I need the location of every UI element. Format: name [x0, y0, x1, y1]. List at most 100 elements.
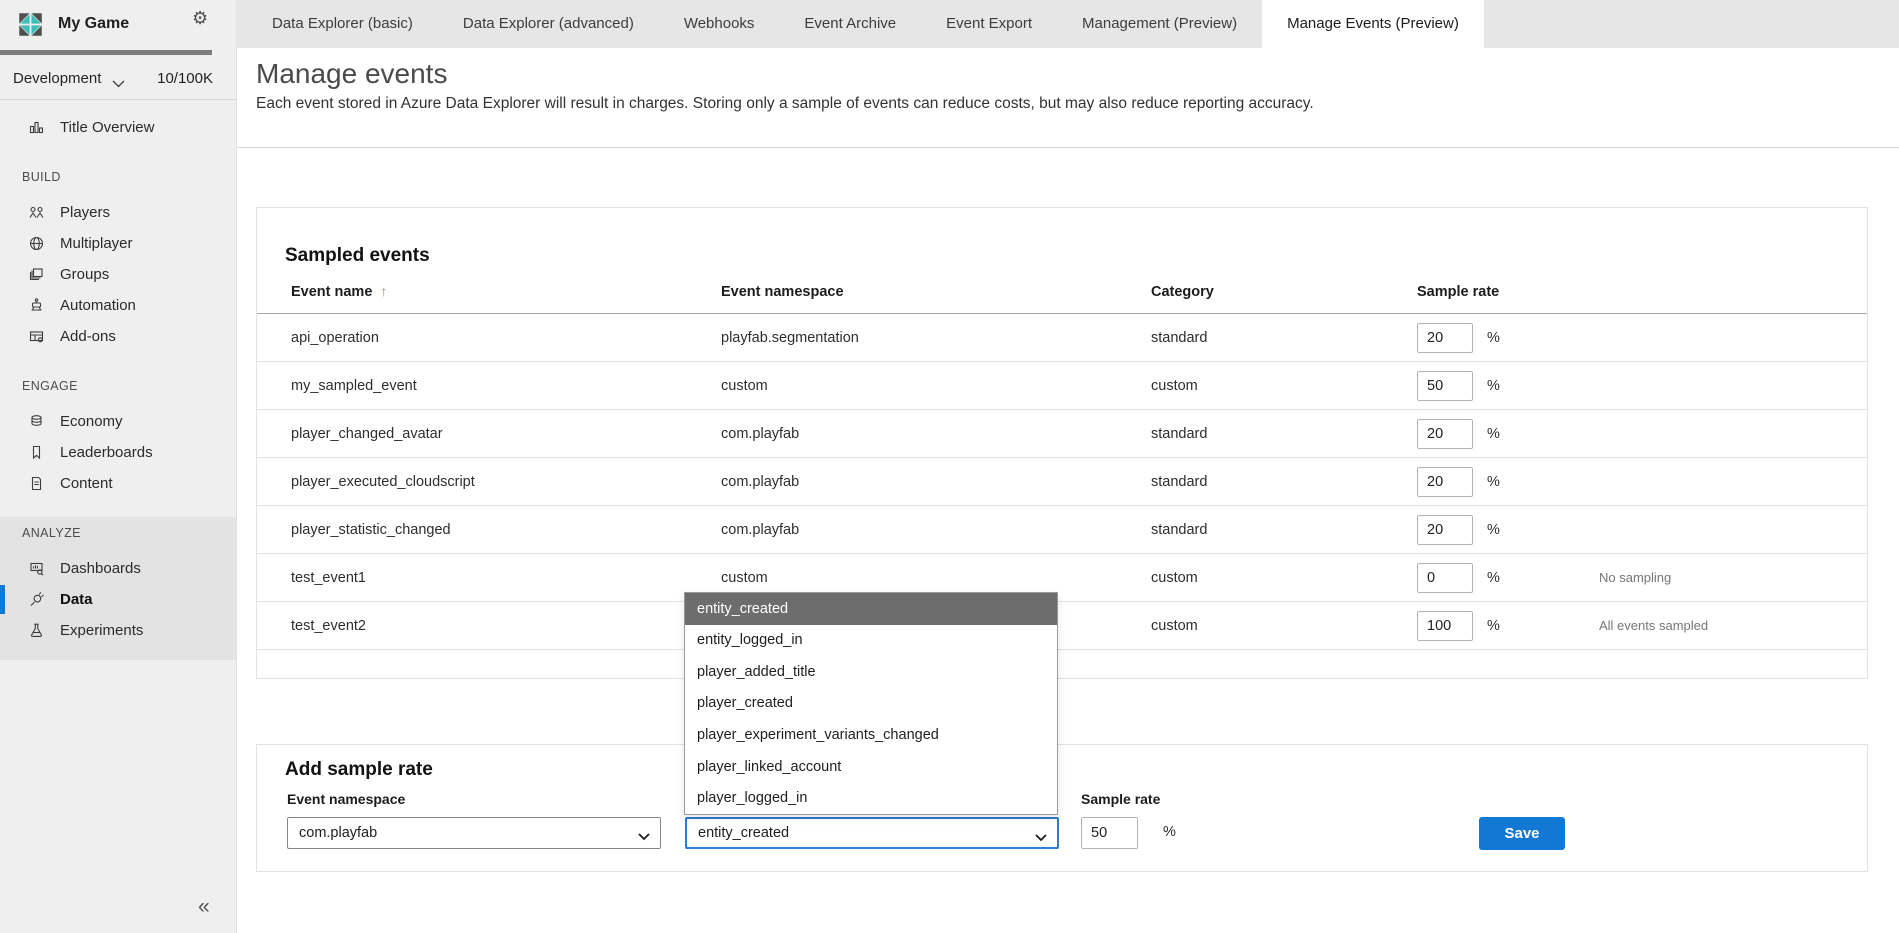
tab-management-preview-[interactable]: Management (Preview) — [1057, 0, 1262, 48]
environment-selector[interactable]: Development — [13, 70, 101, 87]
sidebar-item-label: Players — [60, 204, 110, 221]
dropdown-option[interactable]: player_logged_in — [685, 782, 1057, 814]
section-label: BUILD — [0, 163, 236, 191]
players-icon — [28, 204, 45, 221]
row-sample-rate-input[interactable] — [1417, 515, 1473, 545]
sample-rate-cell: %No sampling — [1417, 563, 1867, 593]
sample-rate-cell: %All events sampled — [1417, 611, 1867, 641]
app-title: My Game — [58, 15, 129, 33]
chevron-down-icon[interactable] — [112, 75, 125, 93]
globe-icon — [28, 235, 45, 252]
percent-sign: % — [1487, 522, 1500, 538]
tab-event-archive[interactable]: Event Archive — [779, 0, 921, 48]
column-header-category[interactable]: Category — [1151, 284, 1417, 300]
category-cell: custom — [1151, 618, 1417, 634]
quota-counter: 10/100K — [157, 70, 213, 87]
dropdown-option[interactable]: entity_created — [685, 593, 1057, 625]
groups-icon — [28, 266, 45, 283]
dropdown-option[interactable]: entity_logged_in — [685, 625, 1057, 657]
table-row: player_changed_avatarcom.playfabstandard… — [257, 410, 1867, 458]
bar-chart-icon — [28, 119, 45, 136]
sidebar-item-experiments[interactable]: Experiments — [0, 615, 236, 646]
flask-icon — [28, 622, 45, 639]
add-sample-rate-card: Add sample rate Event namespace Sample r… — [256, 744, 1868, 872]
namespace-select[interactable]: com.playfab — [287, 817, 661, 849]
namespace-select-value: com.playfab — [299, 825, 377, 841]
table-header-row: Event name↑ Event namespace Category Sam… — [257, 270, 1867, 314]
sidebar-item-label: Leaderboards — [60, 444, 153, 461]
dropdown-option[interactable]: player_linked_account — [685, 751, 1057, 783]
page-header: Manage events Each event stored in Azure… — [237, 48, 1899, 148]
category-cell: custom — [1151, 570, 1417, 586]
event-namespace-cell: com.playfab — [721, 426, 1151, 442]
app-logo-icon — [17, 11, 44, 38]
sidebar-item-players[interactable]: Players — [0, 197, 236, 228]
tab-data-explorer-advanced-[interactable]: Data Explorer (advanced) — [438, 0, 659, 48]
row-sample-rate-input[interactable] — [1417, 371, 1473, 401]
sampled-events-heading: Sampled events — [285, 245, 430, 267]
sample-rate-cell: % — [1417, 515, 1867, 545]
sidebar-item-automation[interactable]: Automation — [0, 290, 236, 321]
dashboard-icon — [28, 560, 45, 577]
category-cell: standard — [1151, 330, 1417, 346]
sidebar-item-label: Title Overview — [60, 119, 154, 136]
sidebar-item-label: Economy — [60, 413, 123, 430]
collapse-sidebar-icon[interactable]: « — [198, 895, 210, 919]
category-cell: standard — [1151, 474, 1417, 490]
sidebar-item-title-overview[interactable]: Title Overview — [0, 112, 236, 143]
save-button[interactable]: Save — [1479, 817, 1565, 850]
dropdown-option[interactable]: player_created — [685, 688, 1057, 720]
table-row: test_event1customcustom%No sampling — [257, 554, 1867, 602]
sampled-events-table: Event name↑ Event namespace Category Sam… — [257, 270, 1867, 650]
table-row: player_statistic_changedcom.playfabstand… — [257, 506, 1867, 554]
sidebar-item-label: Experiments — [60, 622, 143, 639]
sample-rate-input[interactable] — [1081, 817, 1138, 849]
sidebar-nav: Title Overview BUILD Players MultiplayerGro… — [0, 112, 236, 660]
sort-ascending-icon[interactable]: ↑ — [380, 283, 387, 299]
column-header-event-namespace[interactable]: Event namespace — [721, 284, 1151, 300]
event-name-select[interactable]: entity_created — [685, 817, 1059, 849]
row-sample-rate-input[interactable] — [1417, 323, 1473, 353]
sidebar-item-label: Add-ons — [60, 328, 116, 345]
row-sample-rate-input[interactable] — [1417, 611, 1473, 641]
dropdown-option[interactable]: player_added_title — [685, 656, 1057, 688]
row-sample-rate-input[interactable] — [1417, 419, 1473, 449]
dropdown-option[interactable]: player_experiment_variants_changed — [685, 719, 1057, 751]
column-header-event-name[interactable]: Event name↑ — [291, 283, 721, 300]
table-row: test_event2 custom%All events sampled — [257, 602, 1867, 650]
event-namespace-cell: custom — [721, 378, 1151, 394]
plug-icon — [28, 591, 45, 608]
tab-data-explorer-basic-[interactable]: Data Explorer (basic) — [247, 0, 438, 48]
event-name-cell: player_statistic_changed — [291, 522, 721, 538]
section-label: ANALYZE — [0, 519, 236, 547]
sidebar-item-content[interactable]: Content — [0, 468, 236, 499]
sidebar-drag-handle[interactable] — [0, 50, 212, 55]
category-cell: standard — [1151, 522, 1417, 538]
tab-webhooks[interactable]: Webhooks — [659, 0, 780, 48]
percent-sign: % — [1487, 474, 1500, 490]
tab-bar: Data Explorer (basic)Data Explorer (adva… — [237, 0, 1899, 48]
bookmark-icon — [28, 444, 45, 461]
row-sample-rate-input[interactable] — [1417, 467, 1473, 497]
tab-event-export[interactable]: Event Export — [921, 0, 1057, 48]
sidebar-item-groups[interactable]: Groups — [0, 259, 236, 290]
analyze-section: ANALYZE Dashboards Data Experiments — [0, 517, 236, 660]
environment-row: Development 10/100K — [0, 58, 237, 100]
event-namespace-cell: com.playfab — [721, 474, 1151, 490]
tab-manage-events-preview-[interactable]: Manage Events (Preview) — [1262, 0, 1484, 48]
percent-sign: % — [1487, 570, 1500, 586]
sidebar-item-multiplayer[interactable]: Multiplayer — [0, 228, 236, 259]
gear-icon[interactable]: ⚙ — [192, 9, 208, 27]
sidebar-item-add-ons[interactable]: Add-ons — [0, 321, 236, 352]
sidebar-item-data[interactable]: Data — [0, 584, 236, 615]
sidebar-item-leaderboards[interactable]: Leaderboards — [0, 437, 236, 468]
document-icon — [28, 475, 45, 492]
sample-rate-label: Sample rate — [1081, 791, 1160, 807]
event-name-cell: test_event2 — [291, 618, 721, 634]
row-sample-rate-input[interactable] — [1417, 563, 1473, 593]
sidebar-item-label: Data — [60, 591, 93, 608]
percent-sign: % — [1163, 824, 1176, 840]
sidebar-item-economy[interactable]: Economy — [0, 406, 236, 437]
column-header-sample-rate[interactable]: Sample rate — [1417, 284, 1867, 300]
sidebar-item-dashboards[interactable]: Dashboards — [0, 553, 236, 584]
